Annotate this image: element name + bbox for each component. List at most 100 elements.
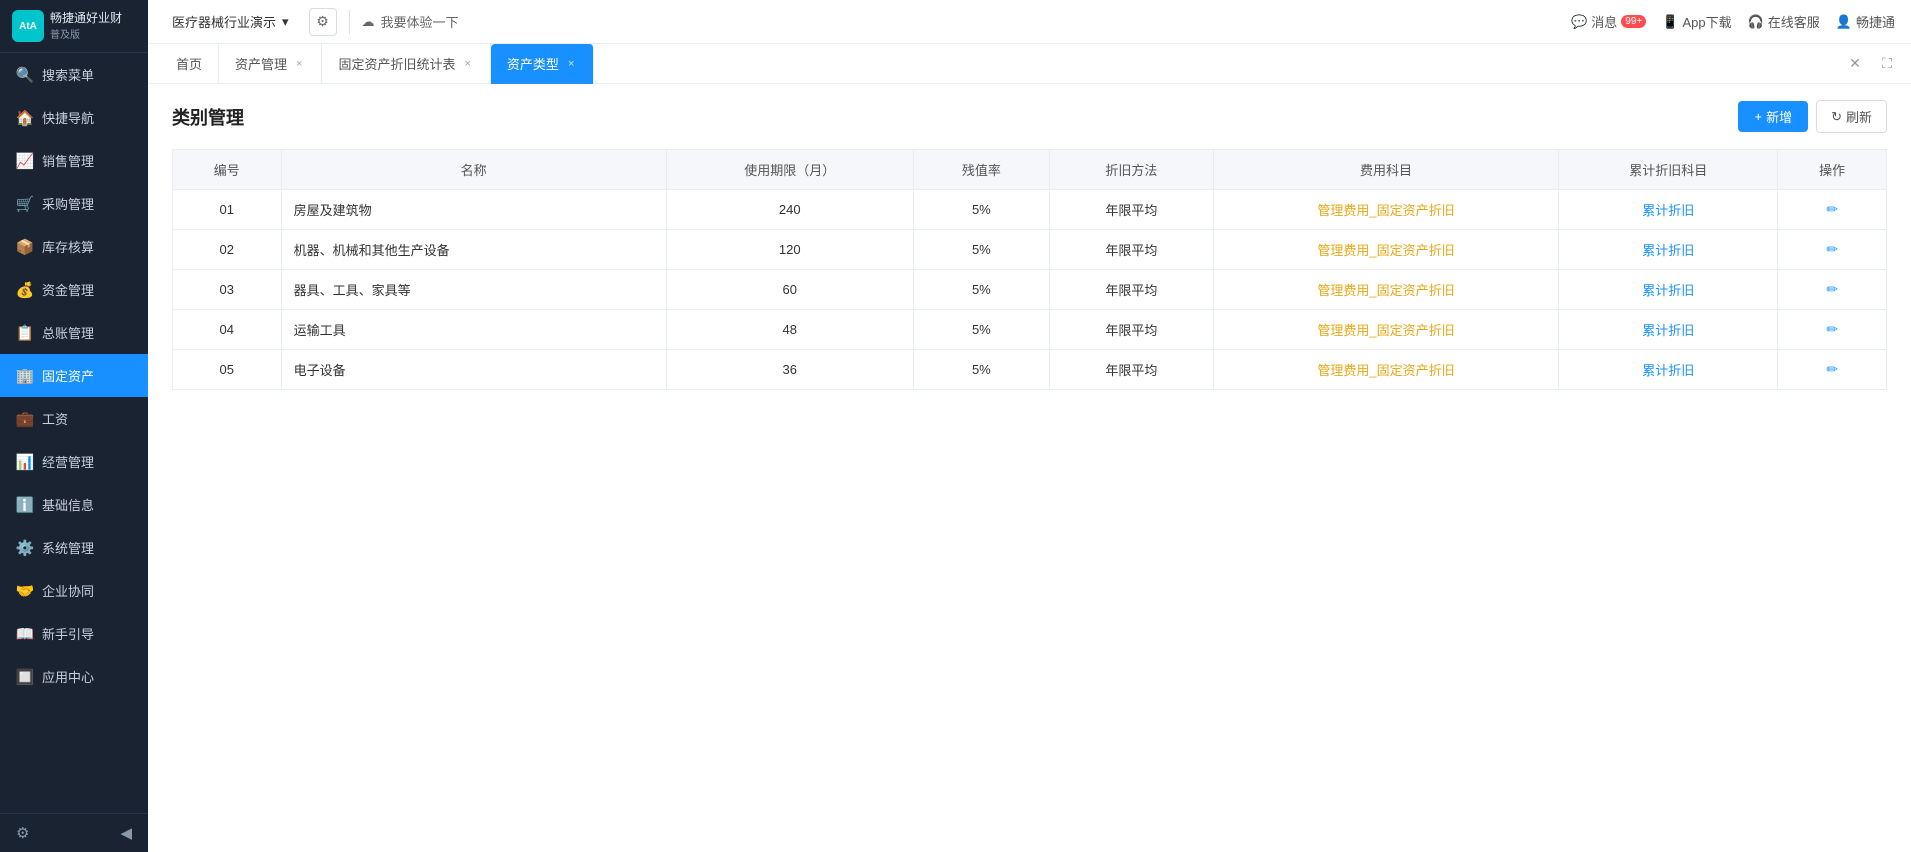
sidebar-item-basic-info[interactable]: ℹ️ 基础信息: [0, 483, 148, 526]
sidebar-item-system[interactable]: ⚙️ 系统管理: [0, 526, 148, 569]
cell-residual-1: 5%: [913, 230, 1049, 270]
page-header: 类别管理 + 新增 ↻ 刷新: [172, 100, 1887, 133]
col-operation: 操作: [1778, 150, 1887, 190]
tab-depreciation-table-close[interactable]: ×: [461, 57, 473, 71]
sidebar-icon-quick-nav: 🏠: [16, 109, 34, 127]
topbar-right: 💬 消息 99+ 📱 App下载 🎧 在线客服 👤 畅捷通: [1571, 12, 1895, 31]
sidebar-icon-salary: 💼: [16, 410, 34, 428]
table-row: 05 电子设备 36 5% 年限平均 管理费用_固定资产折旧 累计折旧 ✏: [173, 350, 1887, 390]
cell-accum-2: 累计折旧: [1559, 270, 1778, 310]
edit-button-1[interactable]: ✏: [1826, 241, 1838, 257]
app-download-label: App下载: [1682, 12, 1731, 31]
sidebar-item-guide[interactable]: 📖 新手引导: [0, 612, 148, 655]
table-row: 02 机器、机械和其他生产设备 120 5% 年限平均 管理费用_固定资产折旧 …: [173, 230, 1887, 270]
col-code: 编号: [173, 150, 282, 190]
tab-asset-mgmt[interactable]: 资产管理 ×: [219, 44, 322, 84]
tab-depreciation-table[interactable]: 固定资产折旧统计表 ×: [322, 44, 490, 84]
col-usage-period: 使用期限（月）: [666, 150, 913, 190]
sidebar-bottom: ⚙ ◀: [0, 813, 148, 852]
sidebar-icon-enterprise: 🤝: [16, 582, 34, 600]
cell-name-0: 房屋及建筑物: [281, 190, 666, 230]
cloud-icon: ☁: [362, 14, 375, 30]
cell-code-2: 03: [173, 270, 282, 310]
user-button[interactable]: 👤 畅捷通: [1836, 12, 1895, 31]
sidebar-item-purchase[interactable]: 🛒 采购管理: [0, 182, 148, 225]
topbar-divider: [349, 10, 350, 34]
edit-button-2[interactable]: ✏: [1826, 281, 1838, 297]
sidebar-item-quick-nav[interactable]: 🏠 快捷导航: [0, 96, 148, 139]
sidebar-item-funds[interactable]: 💰 资金管理: [0, 268, 148, 311]
tab-asset-mgmt-close[interactable]: ×: [293, 57, 305, 71]
cell-expense-4: 管理费用_固定资产折旧: [1213, 350, 1558, 390]
sidebar-item-enterprise[interactable]: 🤝 企业协同: [0, 569, 148, 612]
sidebar-label-purchase: 采购管理: [42, 194, 94, 213]
col-depreciation-method: 折旧方法: [1049, 150, 1213, 190]
tab-home[interactable]: 首页: [160, 44, 219, 84]
messages-button[interactable]: 💬 消息 99+: [1571, 12, 1646, 31]
sidebar-icon-search: 🔍: [16, 66, 34, 84]
cell-op-1: ✏: [1778, 230, 1887, 270]
tab-asset-type-close[interactable]: ×: [565, 57, 577, 71]
app-download-button[interactable]: 📱 App下载: [1662, 12, 1731, 31]
table-row: 04 运输工具 48 5% 年限平均 管理费用_固定资产折旧 累计折旧 ✏: [173, 310, 1887, 350]
cell-accum-3: 累计折旧: [1559, 310, 1778, 350]
sidebar-label-sales: 销售管理: [42, 151, 94, 170]
gear-icon: ⚙: [316, 13, 329, 30]
table-row: 03 器具、工具、家具等 60 5% 年限平均 管理费用_固定资产折旧 累计折旧…: [173, 270, 1887, 310]
sidebar-item-operations[interactable]: 📊 经营管理: [0, 440, 148, 483]
col-residual-rate: 残值率: [913, 150, 1049, 190]
sidebar-icon-sales: 📈: [16, 152, 34, 170]
sidebar-icon-app-center: 🔲: [16, 668, 34, 686]
col-accum-account: 累计折旧科目: [1559, 150, 1778, 190]
cell-code-0: 01: [173, 190, 282, 230]
sidebar-item-inventory[interactable]: 📦 库存核算: [0, 225, 148, 268]
cell-op-0: ✏: [1778, 190, 1887, 230]
sidebar-item-app-center[interactable]: 🔲 应用中心: [0, 655, 148, 698]
sidebar-icon-inventory: 📦: [16, 238, 34, 256]
online-service-button[interactable]: 🎧 在线客服: [1748, 12, 1820, 31]
sidebar-item-search[interactable]: 🔍 搜索菜单: [0, 53, 148, 96]
cell-usage-1: 120: [666, 230, 913, 270]
refresh-button[interactable]: ↻ 刷新: [1816, 100, 1887, 133]
company-name: 医疗器械行业演示: [172, 12, 276, 31]
cell-name-2: 器具、工具、家具等: [281, 270, 666, 310]
logo-subtitle: 普及版: [50, 26, 122, 41]
tab-asset-type[interactable]: 资产类型 ×: [491, 44, 594, 84]
table-header: 编号 名称 使用期限（月） 残值率 折旧方法 费用科目 累计折旧科目 操作: [173, 150, 1887, 190]
tab-expand-button[interactable]: ⛶: [1875, 52, 1899, 76]
sidebar-label-salary: 工资: [42, 409, 68, 428]
sidebar-label-operations: 经营管理: [42, 452, 94, 471]
sidebar-item-fixed-assets[interactable]: 🏢 固定资产: [0, 354, 148, 397]
settings-icon[interactable]: ⚙: [16, 824, 29, 842]
sidebar-menu: 🔍 搜索菜单 🏠 快捷导航 📈 销售管理 🛒 采购管理 📦 库存核算 💰 资金管…: [0, 53, 148, 813]
cell-method-0: 年限平均: [1049, 190, 1213, 230]
tab-asset-mgmt-label: 资产管理: [235, 54, 287, 73]
settings-button[interactable]: ⚙: [309, 8, 337, 36]
sidebar-item-ledger[interactable]: 📋 总账管理: [0, 311, 148, 354]
cell-expense-1: 管理费用_固定资产折旧: [1213, 230, 1558, 270]
tabbar: 首页 资产管理 × 固定资产折旧统计表 × 资产类型 × ✕ ⛶: [148, 44, 1911, 84]
tab-close-button[interactable]: ✕: [1843, 52, 1867, 76]
cell-accum-0: 累计折旧: [1559, 190, 1778, 230]
cell-method-3: 年限平均: [1049, 310, 1213, 350]
edit-button-4[interactable]: ✏: [1826, 361, 1838, 377]
content-area: 类别管理 + 新增 ↻ 刷新 编号 名称 使用期限（月） 残值率: [148, 84, 1911, 852]
cell-name-1: 机器、机械和其他生产设备: [281, 230, 666, 270]
cell-op-2: ✏: [1778, 270, 1887, 310]
sidebar-label-system: 系统管理: [42, 538, 94, 557]
experience-button[interactable]: ☁ 我要体验一下: [362, 12, 459, 31]
logo-title: 畅捷通好业财: [50, 11, 122, 27]
company-selector[interactable]: 医疗器械行业演示 ▾: [164, 8, 297, 35]
collapse-icon[interactable]: ◀: [120, 824, 132, 842]
phone-icon: 📱: [1662, 14, 1678, 30]
chevron-down-icon: ▾: [282, 14, 289, 30]
sidebar-item-sales[interactable]: 📈 销售管理: [0, 139, 148, 182]
edit-button-0[interactable]: ✏: [1826, 201, 1838, 217]
sidebar-logo: AtA 畅捷通好业财 普及版: [0, 0, 148, 53]
cell-accum-4: 累计折旧: [1559, 350, 1778, 390]
refresh-label: 刷新: [1846, 107, 1872, 126]
sidebar-item-salary[interactable]: 💼 工资: [0, 397, 148, 440]
edit-button-3[interactable]: ✏: [1826, 321, 1838, 337]
sidebar-label-fixed-assets: 固定资产: [42, 366, 94, 385]
new-button[interactable]: + 新增: [1738, 101, 1808, 132]
